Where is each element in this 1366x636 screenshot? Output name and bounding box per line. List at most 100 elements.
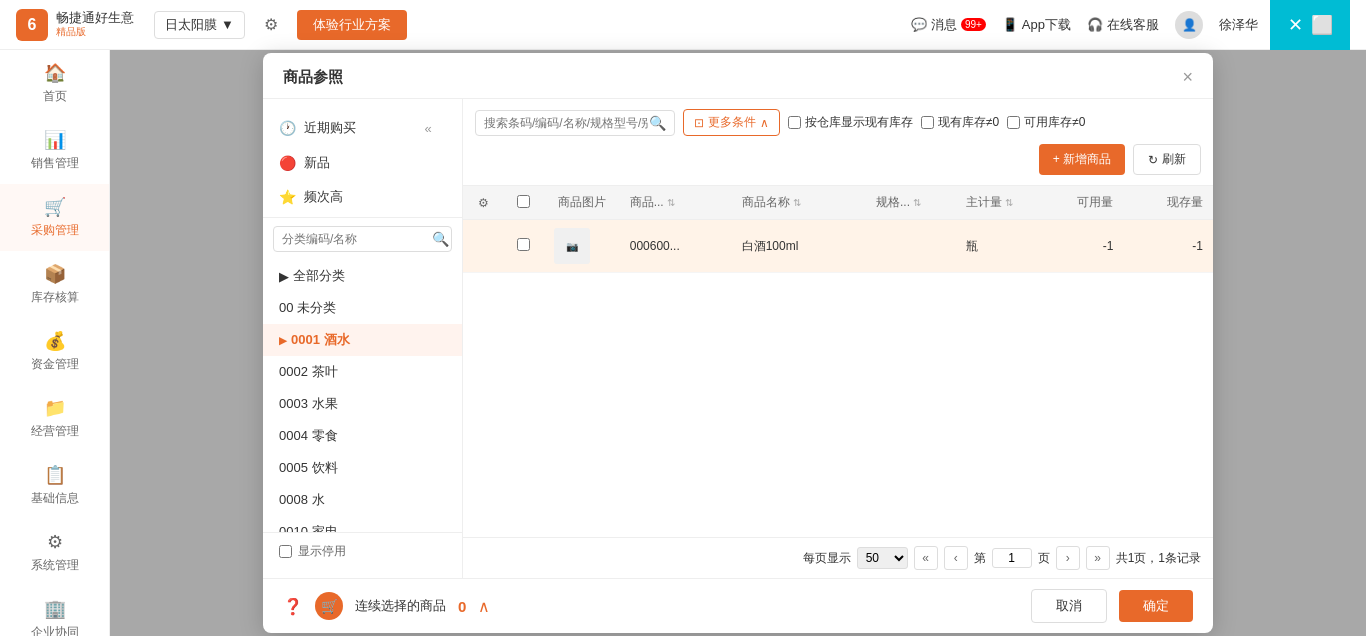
stock-ne0-checkbox-label[interactable]: 现有库存≠0 (921, 114, 999, 131)
recent-purchase-item[interactable]: 🕐 近期购买 « (263, 111, 462, 145)
category-search-icon[interactable]: 🔍 (432, 231, 449, 247)
warehouse-checkbox-label[interactable]: 按仓库显示现有库存 (788, 114, 913, 131)
category-0010[interactable]: 0010 家电 (263, 516, 462, 532)
category-0001-label: 0001 酒水 (291, 331, 350, 349)
sidebar-item-collab[interactable]: 🏢 企业协同 (0, 586, 109, 636)
modal-close-button[interactable]: × (1182, 67, 1193, 88)
operations-icon: 📁 (44, 397, 66, 419)
category-0004[interactable]: 0004 零食 (263, 420, 462, 452)
table-row[interactable]: 📷 000600... 白酒100ml 瓶 -1 -1 (463, 220, 1213, 273)
sidebar-item-sales[interactable]: 📊 销售管理 (0, 117, 109, 184)
product-search-wrap: 🔍 (475, 110, 675, 136)
next-page-button[interactable]: › (1056, 546, 1080, 570)
close-window-icon[interactable]: ✕ (1288, 14, 1303, 36)
logo-area: 6 畅捷通好生意 精品版 (16, 9, 134, 41)
product-search-icon[interactable]: 🔍 (649, 115, 666, 131)
prev-page-icon: ‹ (954, 551, 958, 565)
sidebar-item-home[interactable]: 🏠 首页 (0, 50, 109, 117)
category-0005[interactable]: 0005 饮料 (263, 452, 462, 484)
row-select-checkbox[interactable] (517, 238, 530, 251)
col-spec-header[interactable]: 规格... ⇅ (866, 186, 956, 220)
col-unit-label: 主计量 (966, 195, 1002, 209)
filter-label: 更多条件 (708, 114, 756, 131)
sidebar-item-system[interactable]: ⚙ 系统管理 (0, 519, 109, 586)
left-panel-menu: 🕐 近期购买 « 🔴 新品 ⭐ 频次高 (263, 107, 462, 218)
modal-overlay: 商品参照 × 🕐 近期购买 « (110, 50, 1366, 636)
phone-icon: 📱 (1002, 17, 1018, 32)
new-icon: 🔴 (279, 155, 296, 171)
maximize-icon[interactable]: ⬜ (1311, 14, 1333, 36)
sidebar-item-finance[interactable]: 💰 资金管理 (0, 318, 109, 385)
online-service-item[interactable]: 🎧 在线客服 (1087, 16, 1159, 34)
category-0003[interactable]: 0003 水果 (263, 388, 462, 420)
product-search-input[interactable] (484, 116, 649, 130)
col-unit-header[interactable]: 主计量 ⇅ (956, 186, 1034, 220)
row-unit-cell: 瓶 (956, 220, 1034, 273)
stock-ne0-checkbox[interactable] (921, 116, 934, 129)
experience-button[interactable]: 体验行业方案 (297, 10, 407, 40)
help-icon[interactable]: ❓ (283, 597, 303, 616)
new-product-item[interactable]: 🔴 新品 (263, 147, 462, 179)
sidebar-item-inventory[interactable]: 📦 库存核算 (0, 251, 109, 318)
sort-unit-icon: ⇅ (1005, 197, 1013, 208)
clock-icon: 🕐 (279, 120, 296, 136)
category-00[interactable]: 00 未分类 (263, 292, 462, 324)
per-page-select[interactable]: 50 100 200 (857, 547, 908, 569)
per-page-label: 每页显示 (803, 550, 851, 567)
logo-sub: 精品版 (56, 25, 134, 39)
prev-page-button[interactable]: ‹ (944, 546, 968, 570)
category-0002[interactable]: 0002 茶叶 (263, 356, 462, 388)
category-0008[interactable]: 0008 水 (263, 484, 462, 516)
more-filter-button[interactable]: ⊡ 更多条件 ∧ (683, 109, 780, 136)
system-icon: ⚙ (47, 531, 63, 553)
sales-icon: 📊 (44, 129, 66, 151)
col-name-header[interactable]: 商品名称 ⇅ (732, 186, 866, 220)
stock-ne0-label: 现有库存≠0 (938, 114, 999, 131)
settings-icon[interactable]: ⚙ (257, 11, 285, 39)
modal-body: 🕐 近期购买 « 🔴 新品 ⭐ 频次高 (263, 99, 1213, 578)
last-page-button[interactable]: » (1086, 546, 1110, 570)
last-page-icon: » (1094, 551, 1101, 565)
avail-ne0-checkbox-label[interactable]: 可用库存≠0 (1007, 114, 1085, 131)
sidebar-item-basic[interactable]: 📋 基础信息 (0, 452, 109, 519)
messages-item[interactable]: 💬 消息 99+ (911, 16, 986, 34)
app-download-item[interactable]: 📱 App下载 (1002, 16, 1071, 34)
top-nav: 6 畅捷通好生意 精品版 日太阳膜 ▼ ⚙ 体验行业方案 💬 消息 99+ 📱 … (0, 0, 1366, 50)
logo-text: 畅捷通好生意 (56, 10, 134, 26)
store-select[interactable]: 日太阳膜 ▼ (154, 11, 245, 39)
sidebar-item-purchase[interactable]: 🛒 采购管理 (0, 184, 109, 251)
category-0001[interactable]: ▶ 0001 酒水 (263, 324, 462, 356)
category-0010-label: 0010 家电 (279, 523, 338, 532)
sidebar-item-operations[interactable]: 📁 经营管理 (0, 385, 109, 452)
warehouse-checkbox[interactable] (788, 116, 801, 129)
store-name: 日太阳膜 (165, 16, 217, 34)
sort-name-icon: ⇅ (793, 197, 801, 208)
row-settings-cell (463, 220, 503, 273)
collapse-left-icon[interactable]: « (418, 118, 438, 138)
high-freq-item[interactable]: ⭐ 频次高 (263, 181, 462, 213)
category-all-label: 全部分类 (293, 267, 345, 285)
sidebar-label-purchase: 采购管理 (31, 222, 79, 239)
add-product-button[interactable]: + 新增商品 (1039, 144, 1125, 175)
col-code-header[interactable]: 商品... ⇅ (620, 186, 732, 220)
refresh-label: 刷新 (1162, 151, 1186, 168)
avail-ne0-checkbox[interactable] (1007, 116, 1020, 129)
collapse-up-icon[interactable]: ∧ (478, 597, 490, 616)
refresh-button[interactable]: ↻ 刷新 (1133, 144, 1201, 175)
row-name-cell: 白酒100ml (732, 220, 866, 273)
select-all-checkbox[interactable] (517, 195, 530, 208)
show-disabled-checkbox[interactable] (279, 545, 292, 558)
category-all[interactable]: ▶ 全部分类 (263, 260, 462, 292)
sidebar-label-home: 首页 (43, 88, 67, 105)
category-search-input[interactable] (282, 232, 432, 246)
current-page-input[interactable] (992, 548, 1032, 568)
main-layout: 🏠 首页 📊 销售管理 🛒 采购管理 📦 库存核算 💰 资金管理 📁 经营管理 … (0, 50, 1366, 636)
sidebar-label-system: 系统管理 (31, 557, 79, 574)
teal-controls: ✕ ⬜ (1270, 0, 1350, 50)
cart-count: 0 (458, 598, 466, 615)
sort-code-icon: ⇅ (667, 197, 675, 208)
confirm-button[interactable]: 确定 (1119, 590, 1193, 622)
first-page-button[interactable]: « (914, 546, 938, 570)
cancel-button[interactable]: 取消 (1031, 589, 1107, 623)
headset-icon: 🎧 (1087, 17, 1103, 32)
